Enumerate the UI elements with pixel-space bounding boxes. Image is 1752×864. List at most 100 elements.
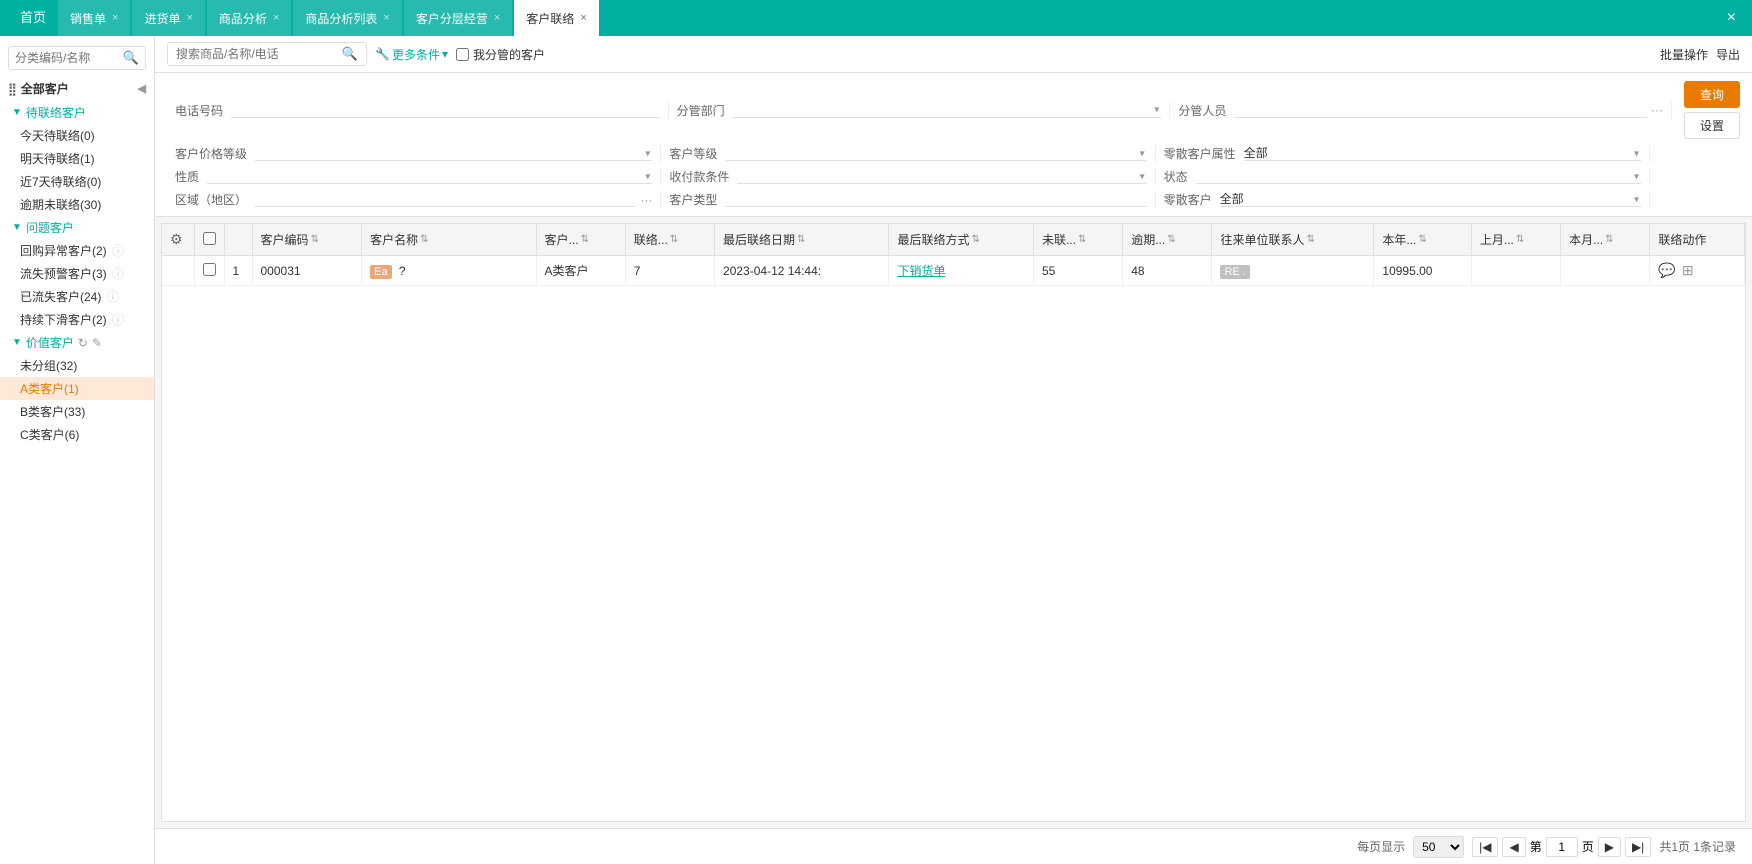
sidebar-item-class-b[interactable]: B类客户(33) [0, 400, 154, 423]
th-name[interactable]: 客户名称 ⇅ [362, 224, 536, 256]
page-size-select[interactable]: 50 100 [1413, 836, 1464, 858]
sidebar-collapse-icon[interactable]: ◀ [138, 82, 146, 95]
td-last-method[interactable]: 下销货单 [889, 256, 1034, 286]
last-page-btn[interactable]: ▶| [1625, 837, 1651, 857]
sidebar-item-churned[interactable]: 已流失客户(24) ⓘ [0, 285, 154, 308]
nav-tab-analysis-list[interactable]: 商品分析列表 × [293, 0, 401, 36]
sidebar-item-class-c[interactable]: C类客户(6) [0, 423, 154, 446]
sort-contact-icon[interactable]: ⇅ [670, 234, 678, 245]
th-last-month[interactable]: 上月... ⇅ [1471, 224, 1560, 256]
row-checkbox[interactable] [203, 263, 216, 276]
sidebar-all-customers-header[interactable]: ⣿ 全部客户 ◀ [0, 76, 154, 101]
th-code[interactable]: 客户编码 ⇅ [252, 224, 362, 256]
retail-attr-select[interactable]: 全部 [1244, 146, 1641, 161]
price-level-select[interactable] [255, 146, 652, 161]
arrow-down-icon: ▼ [12, 107, 22, 118]
phone-input[interactable] [231, 103, 660, 118]
th-last-method[interactable]: 最后联络方式 ⇅ [889, 224, 1034, 256]
sidebar-pending-contact-group[interactable]: ▼ 待联络客户 [0, 101, 154, 124]
sort-code-icon[interactable]: ⇅ [311, 234, 319, 245]
settings-button[interactable]: 设置 [1684, 112, 1740, 139]
sidebar-item-tomorrow[interactable]: 明天待联络(1) [0, 147, 154, 170]
nav-tab-customer-segment[interactable]: 客户分层经营 × [404, 0, 512, 36]
th-overdue[interactable]: 逾期... ⇅ [1123, 224, 1212, 256]
th-code-label: 客户编码 [261, 231, 309, 248]
select-all-checkbox[interactable] [203, 232, 216, 245]
sidebar-search-input[interactable] [15, 51, 123, 65]
status-select[interactable] [1196, 169, 1641, 184]
close-purchase-tab[interactable]: × [186, 12, 192, 24]
th-this-year[interactable]: 本年... ⇅ [1374, 224, 1471, 256]
refresh-icon[interactable]: ↻ [78, 336, 88, 350]
gear-icon[interactable]: ⚙ [170, 231, 183, 247]
sidebar-item-today[interactable]: 今天待联络(0) [0, 124, 154, 147]
sidebar-item-declining[interactable]: 持续下滑客户(2) ⓘ [0, 308, 154, 331]
window-close[interactable]: × [1719, 9, 1744, 27]
sidebar-item-repurchase[interactable]: 回购异常客户(2) ⓘ [0, 239, 154, 262]
nav-tab-customer-contact[interactable]: 客户联络 × [514, 0, 598, 36]
sidebar-item-churn-warning[interactable]: 流失预警客户(3) ⓘ [0, 262, 154, 285]
sort-overdue-icon[interactable]: ⇅ [1167, 234, 1175, 245]
region-ellipsis[interactable]: ··· [640, 193, 652, 207]
customer-level-select[interactable] [725, 146, 1146, 161]
th-this-month[interactable]: 本月... ⇅ [1561, 224, 1650, 256]
sort-name-icon[interactable]: ⇅ [420, 234, 428, 245]
th-gear[interactable]: ⚙ [162, 224, 194, 256]
dept-select[interactable] [733, 103, 1162, 118]
sort-category-icon[interactable]: ⇅ [581, 234, 589, 245]
my-customers-checkbox[interactable] [456, 48, 469, 61]
sort-nocontact-icon[interactable]: ⇅ [1078, 234, 1086, 245]
close-analysis-list-tab[interactable]: × [383, 12, 389, 24]
sort-method-icon[interactable]: ⇅ [971, 234, 979, 245]
nav-home[interactable]: 首页 [8, 0, 58, 36]
manager-ellipsis[interactable]: ··· [1651, 103, 1663, 117]
close-contact-tab[interactable]: × [580, 12, 586, 24]
nav-tab-purchase[interactable]: 进货单 × [132, 0, 204, 36]
sort-year-icon[interactable]: ⇅ [1418, 234, 1426, 245]
qr-icon[interactable]: ⊞ [1682, 262, 1694, 279]
sidebar-value-customers-group[interactable]: ▼ 价值客户 ↻ ✎ [0, 331, 154, 354]
sidebar-problem-customers-group[interactable]: ▼ 问题客户 [0, 216, 154, 239]
edit-icon[interactable]: ✎ [92, 336, 102, 350]
th-no-contact[interactable]: 未联... ⇅ [1033, 224, 1122, 256]
nav-tab-analysis[interactable]: 商品分析 × [207, 0, 291, 36]
region-input[interactable] [255, 192, 636, 207]
sidebar-item-7days[interactable]: 近7天待联络(0) [0, 170, 154, 193]
th-contact[interactable]: 联络... ⇅ [625, 224, 714, 256]
export-btn[interactable]: 导出 [1716, 46, 1740, 63]
th-category[interactable]: 客户... ⇅ [536, 224, 625, 256]
more-filters-btn[interactable]: 🔧 更多条件 ▾ [375, 46, 448, 63]
retail-select[interactable]: 全部 [1220, 192, 1641, 207]
sidebar-item-overdue[interactable]: 逾期未联络(30) [0, 193, 154, 216]
my-customers-checkbox-wrap[interactable]: 我分管的客户 [456, 46, 545, 63]
close-analysis-tab[interactable]: × [273, 12, 279, 24]
customer-type-input[interactable] [725, 192, 1146, 207]
sidebar-item-unclassified[interactable]: 未分组(32) [0, 354, 154, 377]
th-last-date[interactable]: 最后联络日期 ⇅ [715, 224, 889, 256]
sidebar-search-icon[interactable]: 🔍 [123, 50, 139, 66]
chat-icon[interactable]: 💬 [1658, 262, 1675, 279]
close-segment-tab[interactable]: × [494, 12, 500, 24]
page-number-input[interactable] [1546, 837, 1578, 857]
sort-lastmonth-icon[interactable]: ⇅ [1516, 234, 1524, 245]
sort-thismonth-icon[interactable]: ⇅ [1605, 234, 1613, 245]
info-icon2: ⓘ [112, 267, 124, 281]
search-icon[interactable]: 🔍 [342, 46, 358, 62]
nature-select[interactable] [207, 169, 652, 184]
sort-unit-icon[interactable]: ⇅ [1306, 234, 1314, 245]
sort-date-icon[interactable]: ⇅ [797, 234, 805, 245]
prev-page-btn[interactable]: ◀ [1502, 837, 1525, 857]
filter-search-input[interactable] [176, 47, 342, 61]
th-unit-contact[interactable]: 往来单位联系人 ⇅ [1212, 224, 1374, 256]
sidebar-item-class-a[interactable]: A类客户(1) [0, 377, 154, 400]
nav-tab-sales[interactable]: 销售单 × [58, 0, 130, 36]
manager-input[interactable] [1234, 103, 1647, 118]
first-page-btn[interactable]: |◀ [1472, 837, 1498, 857]
batch-op-btn[interactable]: 批量操作 [1660, 46, 1708, 63]
th-actions: 联络动作 [1650, 224, 1745, 256]
query-button[interactable]: 查询 [1684, 81, 1740, 108]
payment-select[interactable] [737, 169, 1146, 184]
action-icons-wrap: 💬 ⊞ [1658, 262, 1736, 279]
close-sales-tab[interactable]: × [112, 12, 118, 24]
next-page-btn[interactable]: ▶ [1598, 837, 1621, 857]
